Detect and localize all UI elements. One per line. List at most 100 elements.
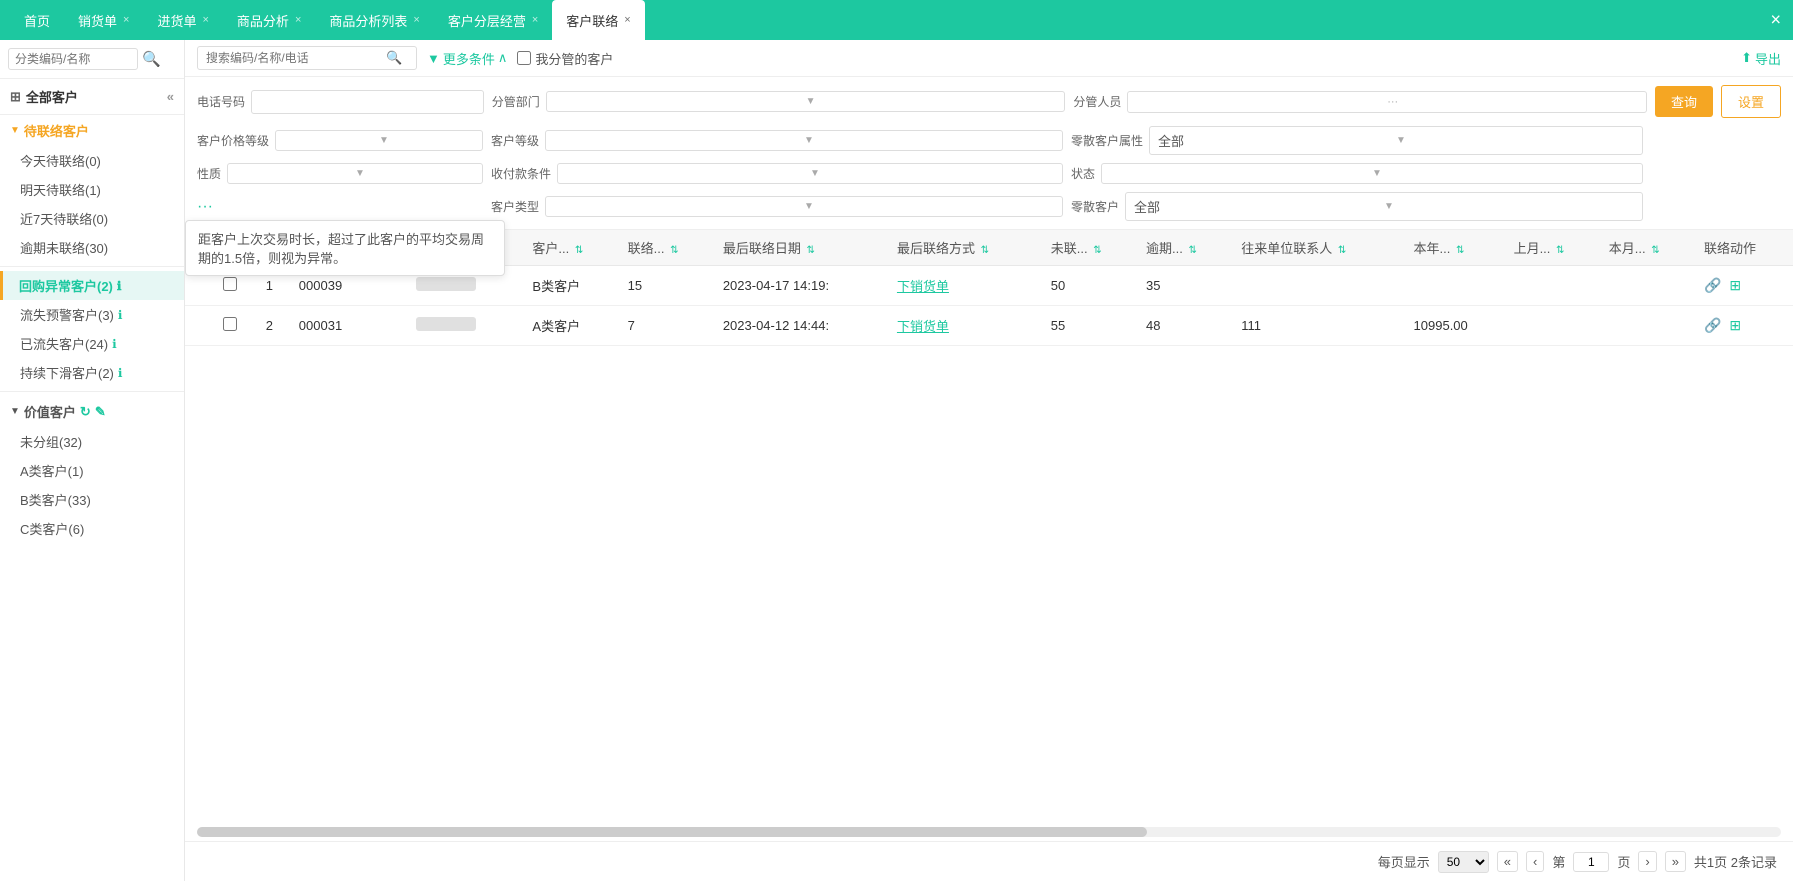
- sort-icon[interactable]: ⇅: [670, 245, 678, 256]
- nav-product-analysis-list[interactable]: 商品分析列表 ×: [315, 0, 433, 40]
- first-page-btn[interactable]: «: [1497, 851, 1518, 872]
- value-group-title[interactable]: ▼ 价值客户 ↻ ✎: [0, 396, 184, 427]
- manager-select[interactable]: ···: [1127, 91, 1647, 113]
- sidebar-search-btn[interactable]: 🔍: [142, 50, 161, 68]
- sidebar-item-ungrouped[interactable]: 未分组(32): [0, 427, 184, 456]
- nav-product-analysis[interactable]: 商品分析 ×: [223, 0, 315, 40]
- next-page-btn[interactable]: ›: [1638, 851, 1656, 872]
- scrollbar-thumb[interactable]: [197, 827, 1147, 837]
- window-close-btn[interactable]: ×: [1770, 10, 1781, 31]
- search-icon[interactable]: 🔍: [386, 50, 402, 66]
- overdue-header: 逾期... ⇅: [1138, 230, 1233, 266]
- last-page-btn[interactable]: »: [1665, 851, 1686, 872]
- close-icon[interactable]: ×: [532, 14, 538, 26]
- sort-icon[interactable]: ⇅: [575, 245, 583, 256]
- nav-purchase-order[interactable]: 进货单 ×: [143, 0, 222, 40]
- sidebar-item-churned[interactable]: 已流失客户(24) ℹ: [0, 329, 184, 358]
- close-icon[interactable]: ×: [295, 14, 301, 26]
- sidebar-item-churn-warning[interactable]: 流失预警客户(3) ℹ: [0, 300, 184, 329]
- per-page-select[interactable]: 50 20 100: [1438, 851, 1489, 873]
- chevron-down-icon: ▼: [1384, 201, 1634, 212]
- last-month-cell: [1506, 266, 1601, 306]
- price-tier-select[interactable]: ▼: [275, 130, 483, 151]
- sort-icon[interactable]: ⇅: [1188, 245, 1196, 256]
- page-input[interactable]: [1573, 852, 1609, 872]
- search-input[interactable]: [206, 51, 386, 65]
- horizontal-scrollbar[interactable]: [197, 827, 1781, 837]
- actions-cell: 🔗 ⊞: [1696, 266, 1793, 306]
- prev-page-btn[interactable]: ‹: [1526, 851, 1544, 872]
- sidebar-item-7days[interactable]: 近7天待联络(0): [0, 204, 184, 233]
- link-action-icon[interactable]: 🔗: [1704, 277, 1721, 294]
- more-dots-icon[interactable]: ···: [197, 198, 213, 216]
- last-contact-way-header: 最后联络方式 ⇅: [889, 230, 1043, 266]
- payment-select[interactable]: ▼: [557, 163, 1063, 184]
- sidebar-item-tomorrow[interactable]: 明天待联络(1): [0, 175, 184, 204]
- grid-action-icon[interactable]: ⊞: [1729, 317, 1741, 334]
- checkbox-cell[interactable]: [215, 306, 258, 346]
- department-select[interactable]: ▼: [546, 91, 1066, 112]
- nav-home[interactable]: 首页: [10, 0, 64, 40]
- grid-action-icon[interactable]: ⊞: [1729, 277, 1741, 294]
- sort-icon[interactable]: ⇅: [1556, 245, 1564, 256]
- sort-icon[interactable]: ⇅: [806, 245, 814, 256]
- sidebar-item-declining[interactable]: 持续下滑客户(2) ℹ: [0, 358, 184, 387]
- sort-icon[interactable]: ⇅: [1456, 245, 1464, 256]
- sort-icon[interactable]: ⇅: [1093, 245, 1101, 256]
- refresh-icon[interactable]: ↻: [80, 404, 91, 420]
- sidebar-item-c-class[interactable]: C类客户(6): [0, 514, 184, 543]
- info-icon: ℹ: [112, 337, 117, 351]
- customer-type-select[interactable]: ▼: [545, 196, 1063, 217]
- last-contact-way-cell[interactable]: 下销货单: [889, 266, 1043, 306]
- name-cell: [408, 306, 525, 346]
- my-customer-checkbox-area[interactable]: 我分管的客户: [517, 49, 613, 68]
- phone-input[interactable]: [251, 90, 484, 114]
- sidebar-search-area: 🔍: [0, 40, 184, 79]
- nature-select[interactable]: ▼: [227, 163, 483, 184]
- sidebar-item-today[interactable]: 今天待联络(0): [0, 146, 184, 175]
- pending-group-title[interactable]: ▼ 待联络客户: [0, 115, 184, 146]
- table-wrapper: ⚙ 客户编码 ⇅ 客户名称 ⇅ 客户... ⇅: [185, 230, 1793, 823]
- customer-tier-select[interactable]: ▼: [545, 130, 1063, 151]
- export-btn[interactable]: ⬆ 导出: [1741, 49, 1781, 68]
- row-checkbox[interactable]: [223, 277, 237, 291]
- retail-attr-select[interactable]: 全部 ▼: [1149, 126, 1643, 155]
- all-customers-title[interactable]: ⊞ 全部客户 «: [0, 79, 184, 115]
- filter-row-4: ··· 客户类型 ▼ 零散客户 全部 ▼: [197, 192, 1781, 221]
- my-customer-checkbox[interactable]: [517, 51, 531, 65]
- sidebar-item-repeat-abnormal[interactable]: 回购异常客户(2) ℹ: [0, 271, 184, 300]
- last-contact-way-cell[interactable]: 下销货单: [889, 306, 1043, 346]
- collapse-icon[interactable]: «: [167, 89, 174, 104]
- row-checkbox[interactable]: [223, 317, 237, 331]
- this-month-cell: [1601, 306, 1696, 346]
- sidebar-item-overdue[interactable]: 逾期未联络(30): [0, 233, 184, 262]
- close-icon[interactable]: ×: [123, 14, 129, 26]
- close-icon[interactable]: ×: [202, 14, 208, 26]
- ellipsis-icon[interactable]: ···: [1387, 96, 1638, 108]
- nav-customer-tier[interactable]: 客户分层经营 ×: [434, 0, 552, 40]
- sort-icon[interactable]: ⇅: [1651, 245, 1659, 256]
- chevron-down-icon: ▼: [810, 168, 1054, 179]
- sidebar-item-b-class[interactable]: B类客户(33): [0, 485, 184, 514]
- chevron-icon: ∧: [498, 50, 508, 66]
- sidebar-search-input[interactable]: [8, 48, 138, 70]
- retail-attr-field: 零散客户属性 全部 ▼: [1071, 126, 1643, 155]
- table-row: 2 000031 A类客户 7 2023-04-12 14:44: 下销货单 5…: [185, 306, 1793, 346]
- sidebar-item-a-class[interactable]: A类客户(1): [0, 456, 184, 485]
- customer-type-field: 客户类型 ▼: [491, 196, 1063, 217]
- retail-customer-select[interactable]: 全部 ▼: [1125, 192, 1643, 221]
- sort-icon[interactable]: ⇅: [1338, 245, 1346, 256]
- link-action-icon[interactable]: 🔗: [1704, 317, 1721, 334]
- nav-customer-contact[interactable]: 客户联络 ×: [552, 0, 644, 40]
- status-select[interactable]: ▼: [1101, 163, 1643, 184]
- close-icon[interactable]: ×: [624, 14, 630, 26]
- nav-sales-order[interactable]: 销货单 ×: [64, 0, 143, 40]
- close-icon[interactable]: ×: [413, 14, 419, 26]
- sort-icon[interactable]: ⇅: [981, 245, 989, 256]
- edit-icon[interactable]: ✎: [95, 404, 106, 420]
- price-tier-field: 客户价格等级 ▼: [197, 130, 483, 151]
- more-conditions-btn[interactable]: ▼ 更多条件 ∧: [427, 49, 507, 68]
- query-button[interactable]: 查询: [1655, 86, 1713, 117]
- per-page-label: 每页显示: [1378, 852, 1430, 871]
- setting-button[interactable]: 设置: [1721, 85, 1781, 118]
